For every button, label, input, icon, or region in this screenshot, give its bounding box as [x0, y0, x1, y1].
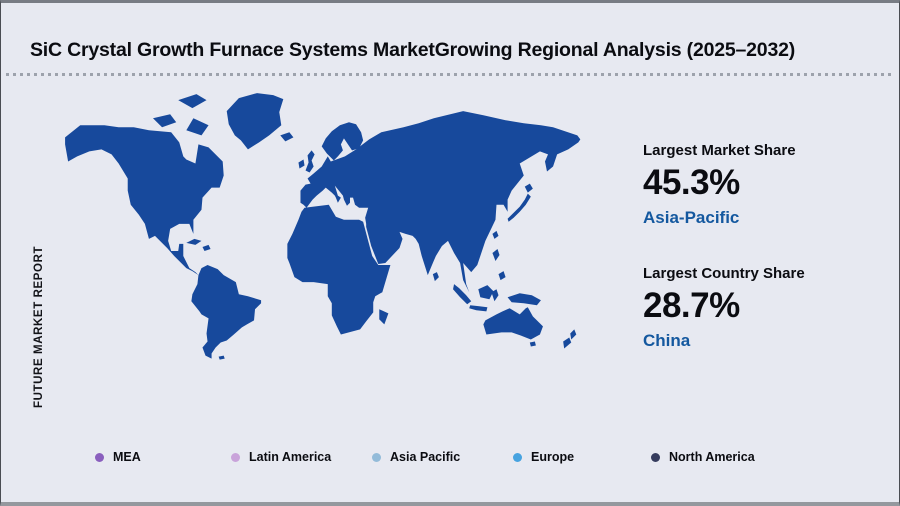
- legend: MEA Latin America Asia Pacific Europe No…: [0, 447, 900, 467]
- legend-item-latin-america: Latin America: [231, 447, 331, 467]
- stat-largest-market-share: Largest Market Share 45.3% Asia-Pacific: [643, 143, 893, 230]
- mea-dot-icon: [95, 452, 104, 462]
- stat-label: Largest Market Share: [643, 142, 796, 159]
- legend-item-asia-pacific: Asia Pacific: [372, 447, 460, 467]
- dotted-divider: [6, 73, 894, 76]
- stat-value: 45.3%: [643, 163, 740, 202]
- legend-label: North America: [669, 450, 755, 464]
- legend-item-europe: Europe: [513, 447, 574, 467]
- stat-value: 28.7%: [643, 286, 740, 325]
- stat-region: China: [643, 331, 691, 350]
- asia-pacific-dot-icon: [372, 452, 381, 462]
- europe-dot-icon: [513, 452, 522, 462]
- world-map-svg: [65, 93, 581, 360]
- legend-label: Asia Pacific: [390, 450, 461, 464]
- legend-label: Latin America: [249, 450, 332, 464]
- north-america-dot-icon: [651, 452, 660, 462]
- page-title: SiC Crystal Growth Furnace Systems Marke…: [30, 39, 796, 61]
- stat-label: Largest Country Share: [643, 265, 805, 282]
- legend-label: MEA: [113, 450, 141, 464]
- stat-region: Asia-Pacific: [643, 208, 740, 227]
- legend-label: Europe: [531, 450, 575, 464]
- latin-america-dot-icon: [231, 452, 240, 462]
- world-map: [57, 80, 645, 432]
- brand-vertical-text: FUTURE MARKET REPORT: [33, 245, 45, 408]
- stat-largest-country-share: Largest Country Share 28.7% China: [643, 266, 893, 353]
- legend-item-mea: MEA: [95, 447, 141, 467]
- legend-item-north-america: North America: [651, 447, 755, 467]
- stats-panel: Largest Market Share 45.3% Asia-Pacific …: [643, 143, 893, 389]
